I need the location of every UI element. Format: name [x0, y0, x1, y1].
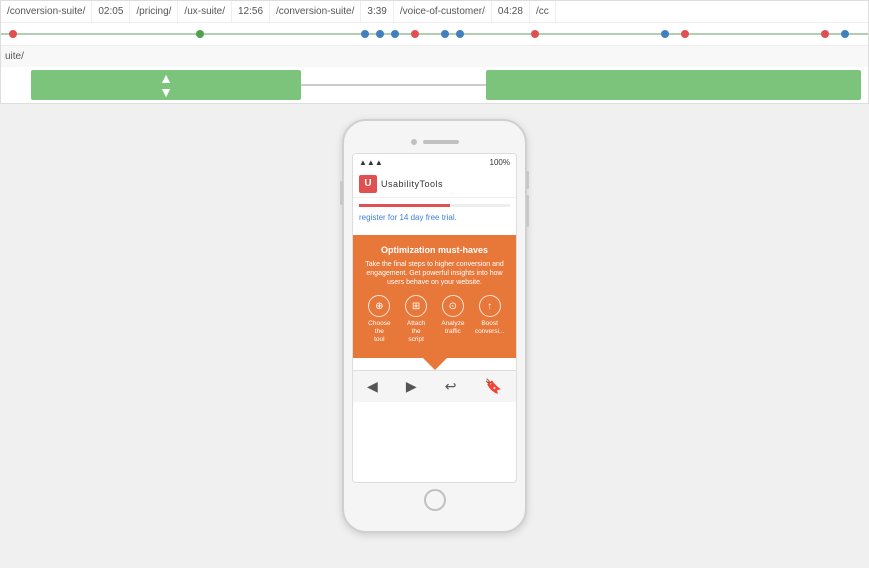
- phone-reg-text: register for 14 day free trial.: [359, 213, 457, 222]
- bookmark-button[interactable]: 🔖: [485, 378, 502, 395]
- boost-icon: ↑: [479, 295, 501, 317]
- signal-icon: ▲▲▲: [359, 158, 383, 167]
- side-button-left: [340, 181, 343, 205]
- track-dot-red-4: [681, 30, 689, 38]
- phone-icon-boost: ↑ Boostconversi...: [471, 295, 508, 343]
- timeline-container: /conversion-suite/ 02:05 /pricing/ /ux-s…: [0, 0, 869, 104]
- track-dot-green-1: [196, 30, 204, 38]
- track-line: [1, 33, 868, 35]
- share-button[interactable]: ↩: [445, 378, 457, 395]
- header-item-2: 02:05: [92, 1, 130, 22]
- header-item-5: 12:56: [232, 1, 270, 22]
- header-item-6: /conversion-suite/: [270, 1, 361, 22]
- timeline-url-row: uite/: [1, 45, 868, 67]
- track-dot-red-3: [531, 30, 539, 38]
- header-item-3: /pricing/: [130, 1, 178, 22]
- phone-status-bar: ▲▲▲ 100%: [353, 154, 516, 170]
- track-dot-blue-3: [391, 30, 399, 38]
- phone-wrapper: ▲▲▲ 100% U UsabilityTools register for 1…: [0, 109, 869, 533]
- back-button[interactable]: ◀: [367, 378, 378, 395]
- boost-label: Boostconversi...: [475, 320, 505, 336]
- forward-button[interactable]: ▶: [406, 378, 417, 395]
- track-dot-red-1: [9, 30, 17, 38]
- side-button-right-2: [526, 195, 529, 227]
- phone-progress-fill: [359, 204, 450, 207]
- analyze-icon: ⊙: [442, 295, 464, 317]
- header-item-7: 3:39: [361, 1, 393, 22]
- phone-logo-text: UsabilityTools: [381, 179, 443, 189]
- playback-arrows: ▲ ▼: [159, 71, 173, 99]
- phone-camera: [411, 139, 417, 145]
- header-item-9: 04:28: [492, 1, 530, 22]
- battery-indicator: 100%: [490, 158, 510, 167]
- attach-icon: ⊞: [405, 295, 427, 317]
- phone-progress-bar: [359, 204, 510, 207]
- phone-speaker: [423, 140, 459, 144]
- phone-icon-analyze: ⊙ Analyzetraffic: [435, 295, 472, 343]
- phone-orange-title: Optimization must-haves: [361, 245, 508, 255]
- phone-nav-bar: U UsabilityTools: [353, 170, 516, 198]
- header-item-8: /voice-of-customer/: [394, 1, 492, 22]
- timeline-playback-row: ▲ ▼: [1, 67, 868, 103]
- phone-icons-row: ⊕ Choosethetool ⊞ Attachthescript ⊙ Anal…: [361, 295, 508, 343]
- track-dot-blue-7: [841, 30, 849, 38]
- track-dot-blue-5: [456, 30, 464, 38]
- side-button-right-1: [526, 171, 529, 189]
- track-dot-blue-2: [376, 30, 384, 38]
- phone-icon-choose: ⊕ Choosethetool: [361, 295, 398, 343]
- choose-icon: ⊕: [368, 295, 390, 317]
- phone-orange-desc: Take the final steps to higher conversio…: [361, 260, 508, 287]
- track-dot-blue-6: [661, 30, 669, 38]
- connector-line: [301, 84, 486, 86]
- track-dot-red-5: [821, 30, 829, 38]
- phone-orange-section: Optimization must-haves Take the final s…: [353, 235, 516, 358]
- header-item-4: /ux-suite/: [178, 1, 232, 22]
- timeline-header: /conversion-suite/ 02:05 /pricing/ /ux-s…: [1, 1, 868, 23]
- attach-label: Attachthescript: [407, 320, 425, 343]
- phone-logo-icon: U: [359, 175, 377, 193]
- phone-screen: ▲▲▲ 100% U UsabilityTools register for 1…: [352, 153, 517, 483]
- track-dot-blue-1: [361, 30, 369, 38]
- green-bar-right[interactable]: [486, 70, 861, 100]
- phone-hero-section: register for 14 day free trial.: [353, 198, 516, 229]
- phone-icon-attach: ⊞ Attachthescript: [398, 295, 435, 343]
- header-item-10: /cc: [530, 1, 556, 22]
- header-item-1: /conversion-suite/: [1, 1, 92, 22]
- track-dot-red-2: [411, 30, 419, 38]
- phone-home-button[interactable]: [424, 489, 446, 511]
- phone-mockup: ▲▲▲ 100% U UsabilityTools register for 1…: [342, 119, 527, 533]
- choose-label: Choosethetool: [368, 320, 390, 343]
- analyze-label: Analyzetraffic: [441, 320, 464, 336]
- orange-arrow: [423, 358, 447, 370]
- timeline-track: [1, 23, 868, 45]
- green-bar-left[interactable]: ▲ ▼: [31, 70, 301, 100]
- track-dot-blue-4: [441, 30, 449, 38]
- phone-bottom-bar[interactable]: ◀ ▶ ↩ 🔖: [353, 370, 516, 402]
